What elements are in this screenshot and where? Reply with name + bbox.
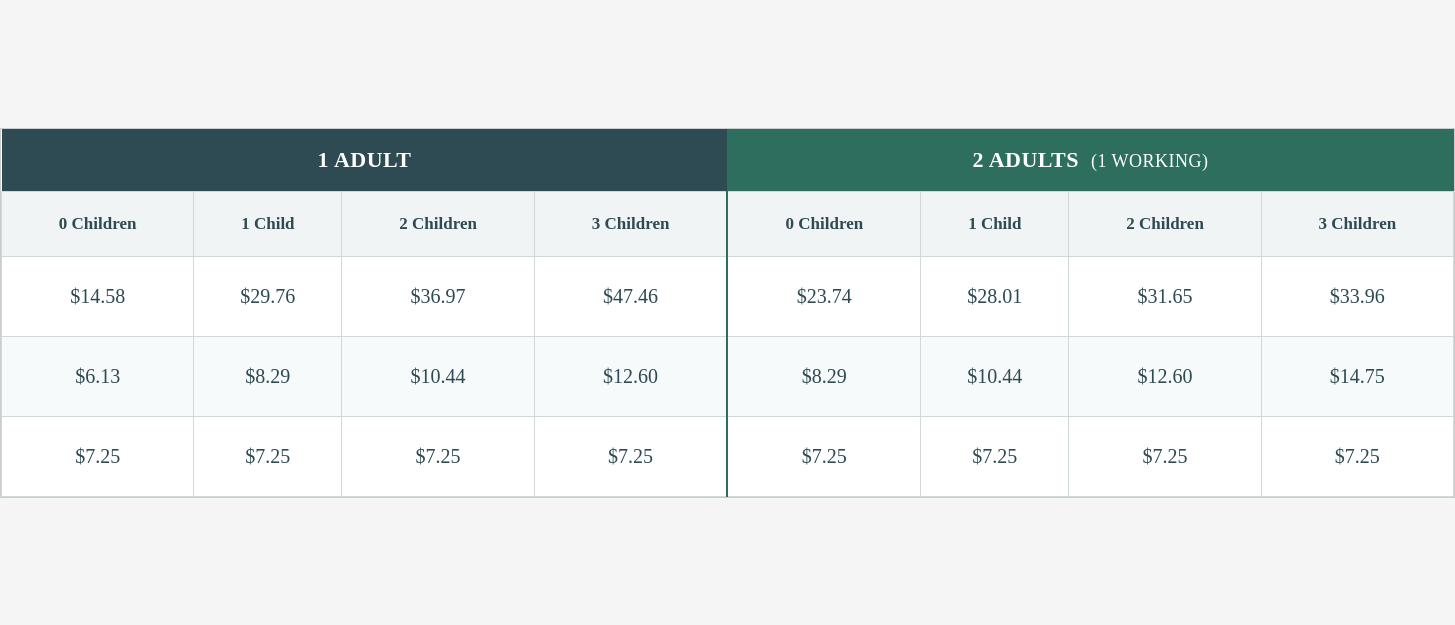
cell-r1-g1-c0: $6.13 — [2, 336, 194, 416]
cell-r2-g2-c2: $7.25 — [1069, 416, 1261, 496]
adult2-header: 2 ADULTS (1 WORKING) — [727, 129, 1453, 192]
table-row: $7.25$7.25$7.25$7.25$7.25$7.25$7.25$7.25 — [2, 416, 1454, 496]
cell-r2-g2-c0: $7.25 — [727, 416, 920, 496]
cell-r0-g2-c0: $23.74 — [727, 256, 920, 336]
cell-r1-g2-c1: $10.44 — [921, 336, 1069, 416]
cell-r0-g1-c0: $14.58 — [2, 256, 194, 336]
cell-r0-g1-c3: $47.46 — [534, 256, 727, 336]
cell-r0-g2-c1: $28.01 — [921, 256, 1069, 336]
cell-r0-g2-c2: $31.65 — [1069, 256, 1261, 336]
adult1-header: 1 ADULT — [2, 129, 728, 192]
main-table-wrapper: 1 ADULT 2 ADULTS (1 WORKING) 0 Children … — [0, 128, 1455, 498]
subheader-g1-0: 0 Children — [2, 191, 194, 256]
table-body: $14.58$29.76$36.97$47.46$23.74$28.01$31.… — [2, 256, 1454, 496]
cell-r1-g1-c3: $12.60 — [534, 336, 727, 416]
data-table: 1 ADULT 2 ADULTS (1 WORKING) 0 Children … — [1, 129, 1454, 497]
subheader-g1-1: 1 Child — [194, 191, 342, 256]
subheader-row: 0 Children 1 Child 2 Children 3 Children… — [2, 191, 1454, 256]
cell-r1-g2-c3: $14.75 — [1261, 336, 1453, 416]
cell-r0-g2-c3: $33.96 — [1261, 256, 1453, 336]
cell-r1-g1-c1: $8.29 — [194, 336, 342, 416]
cell-r1-g2-c0: $8.29 — [727, 336, 920, 416]
cell-r2-g1-c1: $7.25 — [194, 416, 342, 496]
cell-r2-g2-c3: $7.25 — [1261, 416, 1453, 496]
cell-r2-g1-c3: $7.25 — [534, 416, 727, 496]
subheader-g1-3: 3 Children — [534, 191, 727, 256]
table-row: $14.58$29.76$36.97$47.46$23.74$28.01$31.… — [2, 256, 1454, 336]
subheader-g2-1: 1 Child — [921, 191, 1069, 256]
cell-r2-g1-c0: $7.25 — [2, 416, 194, 496]
cell-r1-g1-c2: $10.44 — [342, 336, 534, 416]
subheader-g2-2: 2 Children — [1069, 191, 1261, 256]
cell-r2-g1-c2: $7.25 — [342, 416, 534, 496]
cell-r1-g2-c2: $12.60 — [1069, 336, 1261, 416]
table-row: $6.13$8.29$10.44$12.60$8.29$10.44$12.60$… — [2, 336, 1454, 416]
subheader-g2-0: 0 Children — [727, 191, 920, 256]
subheader-g1-2: 2 Children — [342, 191, 534, 256]
cell-r0-g1-c1: $29.76 — [194, 256, 342, 336]
cell-r2-g2-c1: $7.25 — [921, 416, 1069, 496]
cell-r0-g1-c2: $36.97 — [342, 256, 534, 336]
subheader-g2-3: 3 Children — [1261, 191, 1453, 256]
main-header-row: 1 ADULT 2 ADULTS (1 WORKING) — [2, 129, 1454, 192]
